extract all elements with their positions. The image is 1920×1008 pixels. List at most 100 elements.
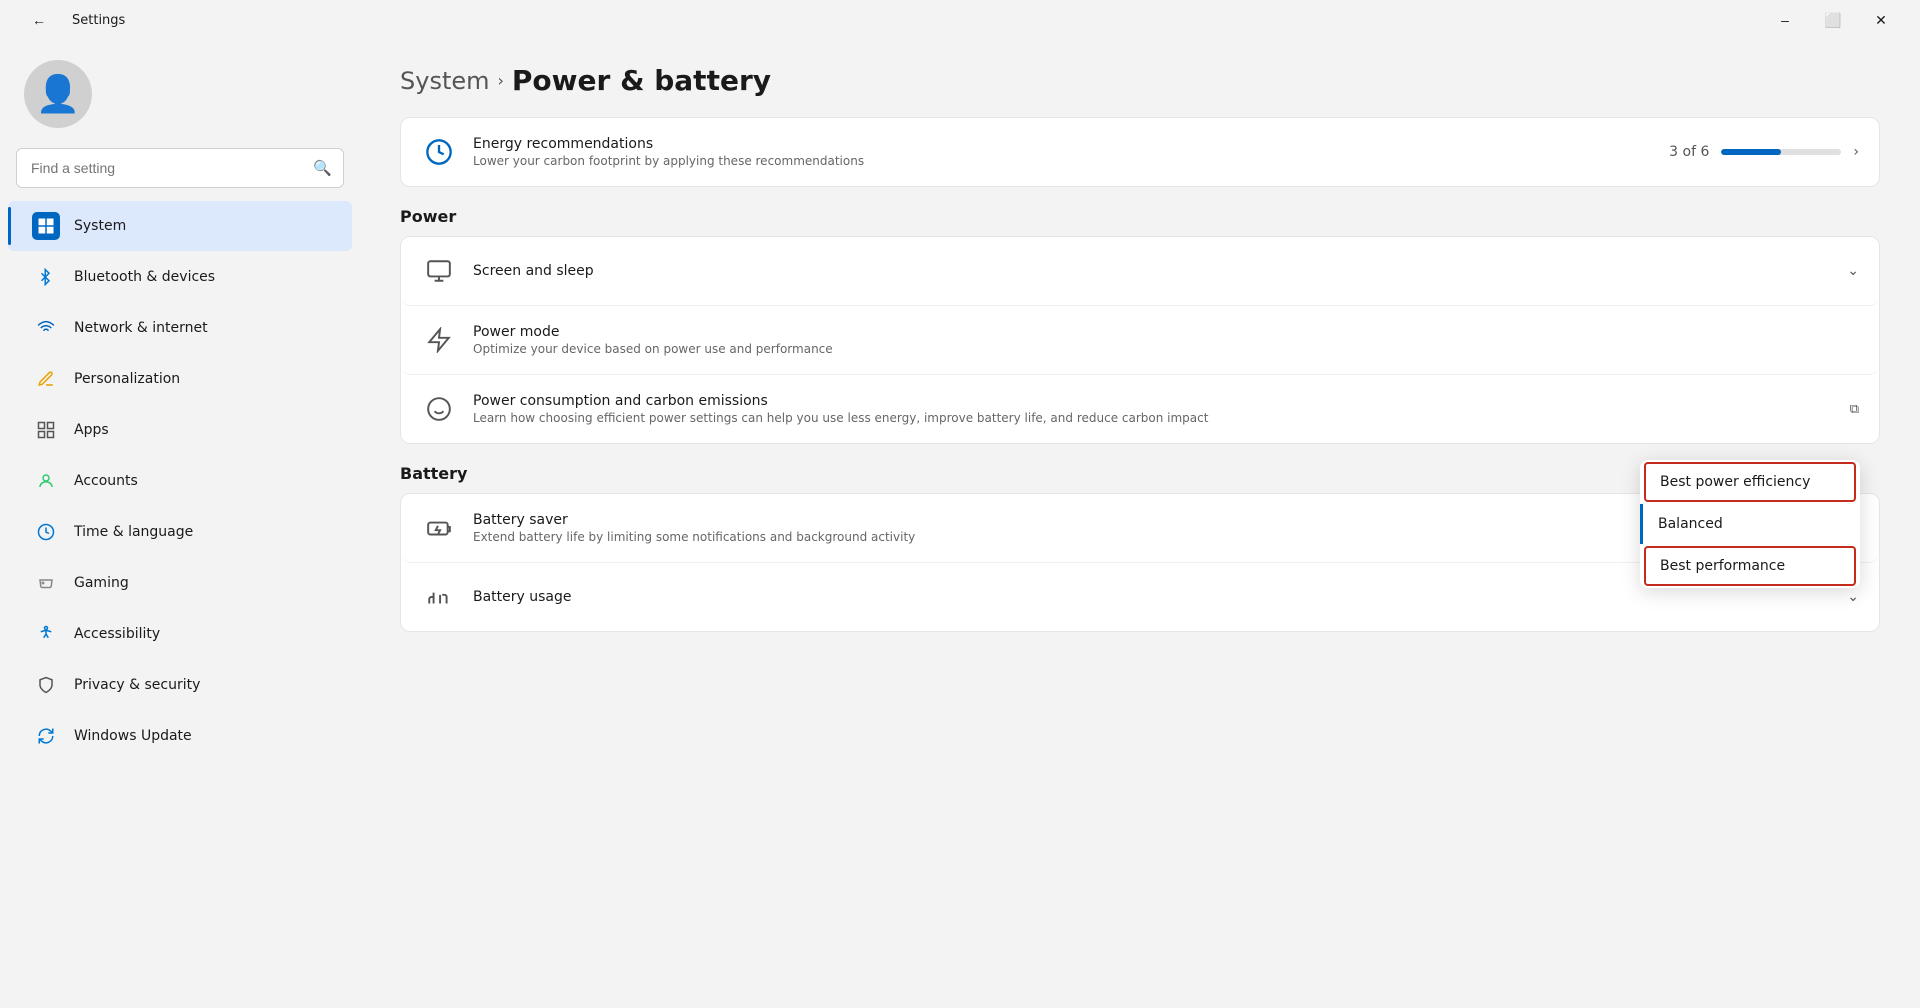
system-nav-icon xyxy=(32,212,60,240)
sidebar-item-gaming[interactable]: Gaming xyxy=(8,558,352,608)
breadcrumb-arrow: › xyxy=(498,71,504,90)
sidebar-item-time[interactable]: Time & language xyxy=(8,507,352,557)
best-performance-label: Best performance xyxy=(1660,558,1785,574)
page-header: System › Power & battery xyxy=(400,64,1880,97)
sidebar-item-apps[interactable]: Apps xyxy=(8,405,352,455)
titlebar-controls: – ⬜ ✕ xyxy=(1762,4,1904,36)
personalization-nav-icon xyxy=(32,365,60,393)
sidebar-item-label-privacy: Privacy & security xyxy=(74,677,200,693)
sidebar-item-accessibility[interactable]: Accessibility xyxy=(8,609,352,659)
screen-sleep-row[interactable]: Screen and sleep ⌄ xyxy=(401,237,1879,306)
sidebar-item-network[interactable]: Network & internet xyxy=(8,303,352,353)
dropdown-best-performance[interactable]: Best performance xyxy=(1644,546,1856,586)
energy-progress-text: 3 of 6 xyxy=(1669,144,1709,160)
battery-usage-text: Battery usage xyxy=(473,589,1831,605)
search-box[interactable]: 🔍 xyxy=(16,148,344,188)
sidebar-item-system[interactable]: System xyxy=(8,201,352,251)
close-button[interactable]: ✕ xyxy=(1858,4,1904,36)
screen-title: Screen and sleep xyxy=(473,263,1831,279)
sidebar-profile: 👤 xyxy=(0,40,360,144)
energy-title: Energy recommendations xyxy=(473,136,1653,152)
titlebar-left: ← Settings xyxy=(16,4,125,36)
power-consumption-title: Power consumption and carbon emissions xyxy=(473,393,1834,409)
screen-text: Screen and sleep xyxy=(473,263,1831,279)
power-mode-icon xyxy=(421,322,457,358)
sidebar-item-privacy[interactable]: Privacy & security xyxy=(8,660,352,710)
screen-icon xyxy=(421,253,457,289)
energy-right: 3 of 6 › xyxy=(1669,144,1859,160)
titlebar: ← Settings – ⬜ ✕ xyxy=(0,0,1920,40)
update-nav-icon xyxy=(32,722,60,750)
battery-usage-chevron: ⌄ xyxy=(1847,589,1859,605)
sidebar-item-label-system: System xyxy=(74,218,126,234)
sidebar-item-label-accounts: Accounts xyxy=(74,473,138,489)
power-mode-text: Power mode Optimize your device based on… xyxy=(473,324,1843,356)
sidebar-item-label-update: Windows Update xyxy=(74,728,192,744)
nav-list: System Bluetooth & devices Network & inter… xyxy=(0,200,360,762)
energy-icon xyxy=(421,134,457,170)
energy-subtitle: Lower your carbon footprint by applying … xyxy=(473,154,1653,168)
battery-saver-icon xyxy=(421,510,457,546)
battery-saver-text: Battery saver Extend battery life by lim… xyxy=(473,512,1799,544)
avatar: 👤 xyxy=(24,60,92,128)
minimize-button[interactable]: – xyxy=(1762,4,1808,36)
user-icon: 👤 xyxy=(36,73,81,115)
power-mode-dropdown: Best power efficiency Balanced Best perf… xyxy=(1640,460,1860,588)
sidebar-item-label-personalization: Personalization xyxy=(74,371,180,387)
sidebar-item-bluetooth[interactable]: Bluetooth & devices xyxy=(8,252,352,302)
sidebar-item-accounts[interactable]: Accounts xyxy=(8,456,352,506)
energy-chevron: › xyxy=(1853,144,1859,160)
power-consumption-right: ⧉ xyxy=(1850,402,1859,417)
search-icon: 🔍 xyxy=(313,159,332,177)
power-consumption-subtitle: Learn how choosing efficient power setti… xyxy=(473,411,1834,425)
search-input[interactable] xyxy=(16,148,344,188)
power-section-label: Power xyxy=(400,207,1880,226)
battery-usage-title: Battery usage xyxy=(473,589,1831,605)
dropdown-balanced[interactable]: Balanced xyxy=(1640,504,1860,544)
sidebar-item-label-apps: Apps xyxy=(74,422,109,438)
main-content: System › Power & battery Energy recommen… xyxy=(360,40,1920,1008)
screen-chevron: ⌄ xyxy=(1847,263,1859,279)
power-consumption-text: Power consumption and carbon emissions L… xyxy=(473,393,1834,425)
power-consumption-icon xyxy=(421,391,457,427)
battery-saver-subtitle: Extend battery life by limiting some not… xyxy=(473,530,1799,544)
energy-progress-fill xyxy=(1721,149,1781,155)
breadcrumb[interactable]: System xyxy=(400,67,490,95)
sidebar-item-personalization[interactable]: Personalization xyxy=(8,354,352,404)
sidebar-item-label-network: Network & internet xyxy=(74,320,208,336)
screen-right: ⌄ xyxy=(1847,263,1859,279)
energy-text: Energy recommendations Lower your carbon… xyxy=(473,136,1653,168)
power-mode-row[interactable]: Power mode Optimize your device based on… xyxy=(401,306,1879,375)
energy-progress-bar xyxy=(1721,149,1841,155)
titlebar-title: Settings xyxy=(72,13,125,28)
page-title: Power & battery xyxy=(512,64,771,97)
battery-saver-title: Battery saver xyxy=(473,512,1799,528)
back-button[interactable]: ← xyxy=(16,4,62,36)
network-nav-icon xyxy=(32,314,60,342)
balanced-label: Balanced xyxy=(1658,516,1723,532)
maximize-button[interactable]: ⬜ xyxy=(1810,4,1856,36)
bluetooth-nav-icon xyxy=(32,263,60,291)
power-consumption-row[interactable]: Power consumption and carbon emissions L… xyxy=(401,375,1879,443)
external-link-icon: ⧉ xyxy=(1850,402,1859,417)
sidebar-item-label-bluetooth: Bluetooth & devices xyxy=(74,269,215,285)
sidebar: 👤 🔍 System Bluetooth & devices Network & i… xyxy=(0,40,360,1008)
energy-recommendations-row[interactable]: Energy recommendations Lower your carbon… xyxy=(401,118,1879,186)
battery-usage-right: ⌄ xyxy=(1847,589,1859,605)
power-mode-title: Power mode xyxy=(473,324,1843,340)
battery-usage-icon xyxy=(421,579,457,615)
energy-recommendations-card: Energy recommendations Lower your carbon… xyxy=(400,117,1880,187)
best-power-label: Best power efficiency xyxy=(1660,474,1810,490)
gaming-nav-icon xyxy=(32,569,60,597)
app-container: 👤 🔍 System Bluetooth & devices Network & i… xyxy=(0,40,1920,1008)
sidebar-item-label-gaming: Gaming xyxy=(74,575,129,591)
privacy-nav-icon xyxy=(32,671,60,699)
apps-nav-icon xyxy=(32,416,60,444)
sidebar-item-update[interactable]: Windows Update xyxy=(8,711,352,761)
accessibility-nav-icon xyxy=(32,620,60,648)
dropdown-best-power[interactable]: Best power efficiency xyxy=(1644,462,1856,502)
power-cards-container: Screen and sleep ⌄ Power mode Optimize y… xyxy=(400,236,1880,444)
power-mode-subtitle: Optimize your device based on power use … xyxy=(473,342,1843,356)
sidebar-item-label-time: Time & language xyxy=(74,524,193,540)
sidebar-item-label-accessibility: Accessibility xyxy=(74,626,160,642)
